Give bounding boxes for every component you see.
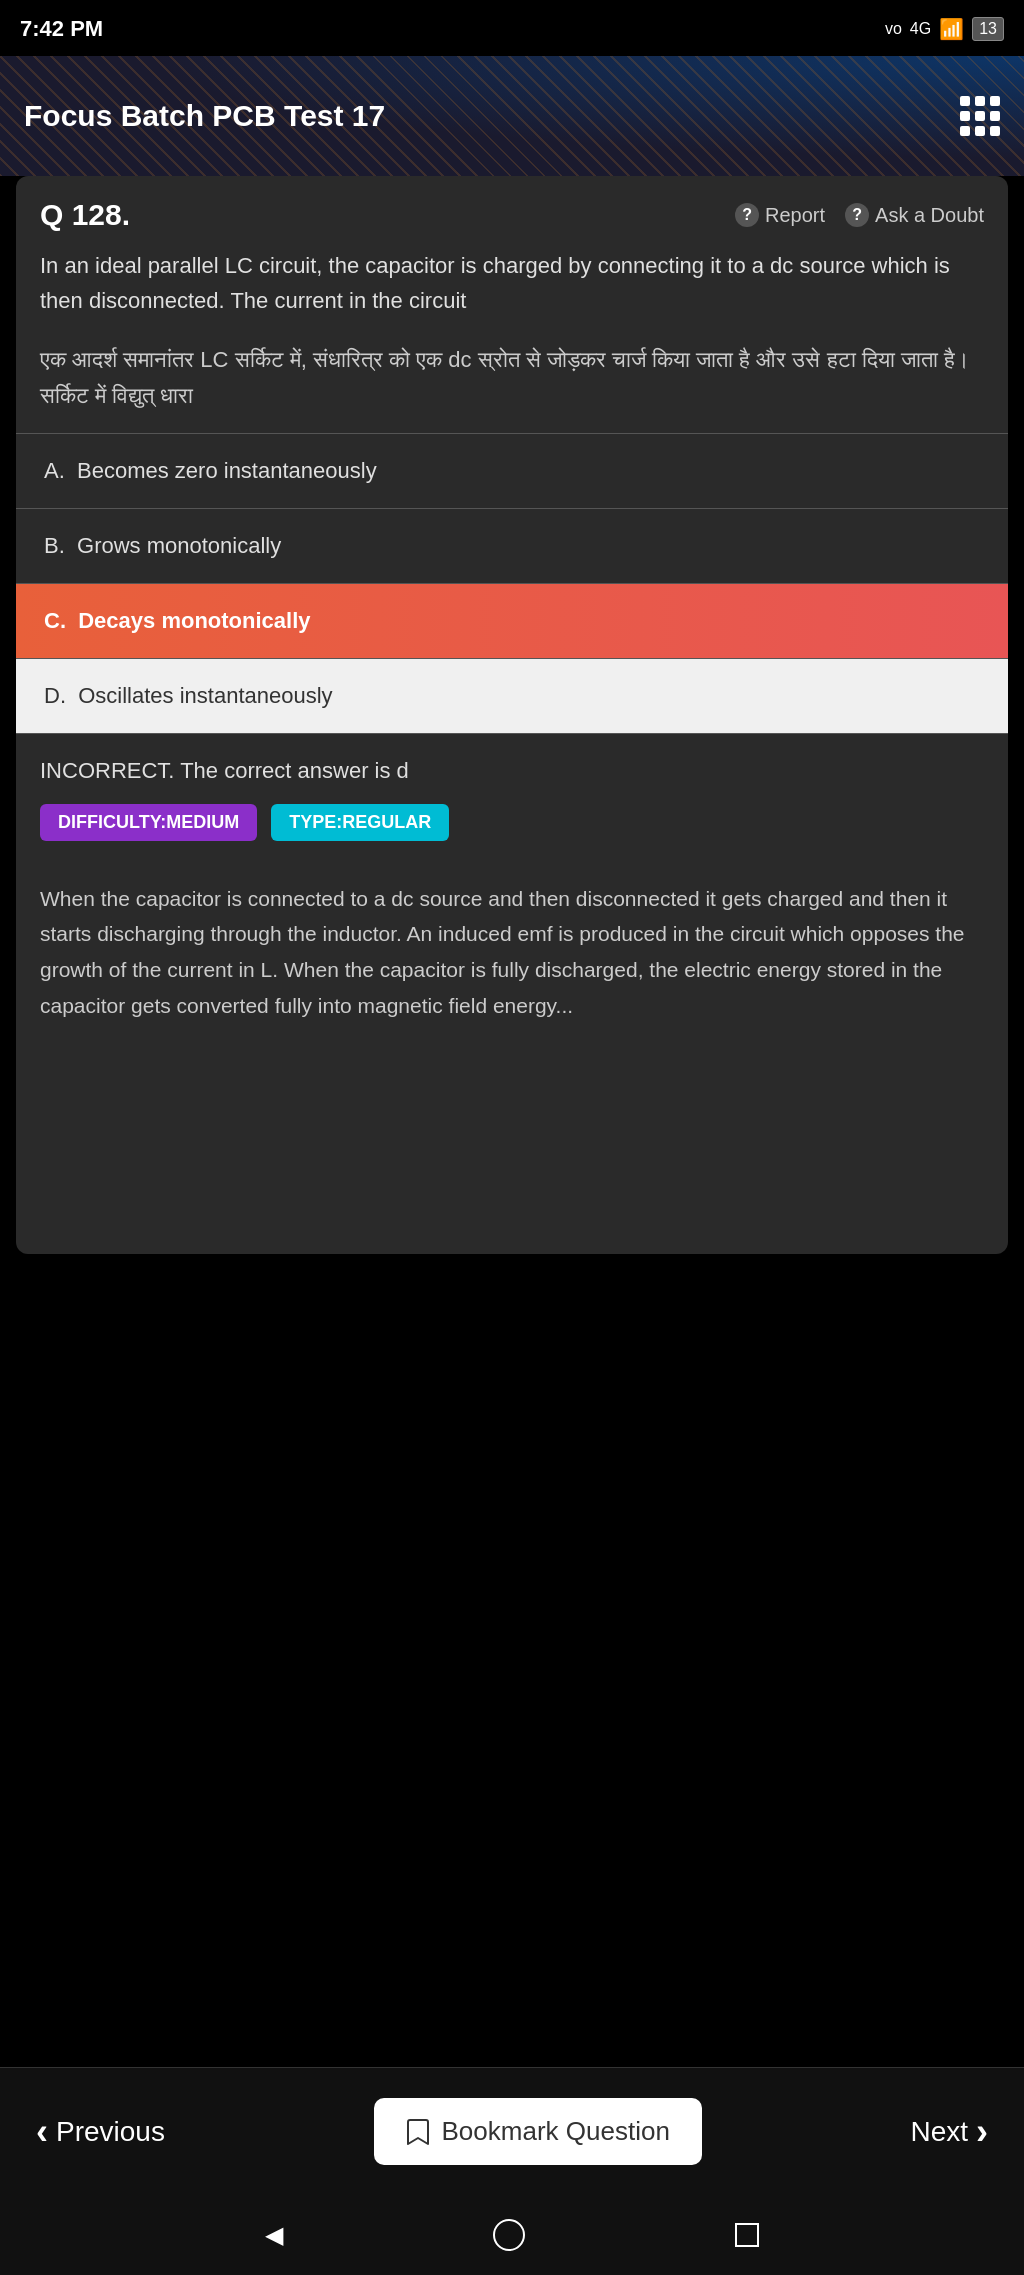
option-d-text: Oscillates instantaneously xyxy=(78,683,332,708)
system-nav-bar: ◀ xyxy=(0,2195,1024,2275)
option-d[interactable]: D. Oscillates instantaneously xyxy=(16,659,1008,734)
option-c-text: Decays monotonically xyxy=(78,608,310,633)
previous-button[interactable]: ‹ Previous xyxy=(0,2068,201,2195)
type-tag: TYPE:REGULAR xyxy=(271,804,449,841)
status-icons: vo 4G 📶 13 xyxy=(885,17,1004,41)
vo-icon: vo xyxy=(885,20,902,38)
signal-bars: 📶 xyxy=(939,17,964,41)
status-time: 7:42 PM xyxy=(20,16,103,42)
lte-icon: 4G xyxy=(910,20,931,38)
app-title: Focus Batch PCB Test 17 xyxy=(24,99,385,133)
next-arrow-icon: › xyxy=(976,2111,988,2153)
ask-doubt-icon: ? xyxy=(845,203,869,227)
bookmark-icon xyxy=(406,2118,430,2146)
question-text-english: In an ideal parallel LC circuit, the cap… xyxy=(16,248,1008,334)
bottom-navigation: ‹ Previous Bookmark Question Next › xyxy=(0,2067,1024,2195)
question-number: Q 128. xyxy=(40,198,130,232)
option-b[interactable]: B. Grows monotonically xyxy=(16,509,1008,584)
nav-spacer xyxy=(16,1054,1008,1254)
ask-doubt-label: Ask a Doubt xyxy=(875,204,984,227)
question-actions: ? Report ? Ask a Doubt xyxy=(735,203,984,227)
result-section: INCORRECT. The correct answer is d DIFFI… xyxy=(16,734,1008,881)
report-button[interactable]: ? Report xyxy=(735,203,825,227)
option-b-label: B. xyxy=(44,533,77,558)
next-label: Next xyxy=(910,2116,968,2148)
option-b-text: Grows monotonically xyxy=(77,533,281,558)
result-text: INCORRECT. The correct answer is d xyxy=(40,758,984,784)
bookmark-button[interactable]: Bookmark Question xyxy=(374,2098,702,2165)
question-text-hindi: एक आदर्श समानांतर LC सर्किट में, संधारित… xyxy=(16,334,1008,432)
system-square-icon[interactable] xyxy=(735,2223,759,2247)
option-c[interactable]: C. Decays monotonically xyxy=(16,584,1008,659)
option-a-label: A. xyxy=(44,458,77,483)
grid-menu-icon[interactable] xyxy=(960,96,1000,136)
option-a-text: Becomes zero instantaneously xyxy=(77,458,377,483)
system-back-icon[interactable]: ◀ xyxy=(265,2221,283,2249)
tags-row: DIFFICULTY:MEDIUM TYPE:REGULAR xyxy=(40,804,984,841)
option-c-label: C. xyxy=(44,608,78,633)
system-home-icon[interactable] xyxy=(493,2219,525,2251)
previous-label: Previous xyxy=(56,2116,165,2148)
explanation-text: When the capacitor is connected to a dc … xyxy=(16,881,1008,1054)
ask-doubt-button[interactable]: ? Ask a Doubt xyxy=(845,203,984,227)
question-card: Q 128. ? Report ? Ask a Doubt In an idea… xyxy=(16,176,1008,1254)
report-label: Report xyxy=(765,204,825,227)
bookmark-label: Bookmark Question xyxy=(442,2116,670,2147)
app-header: Focus Batch PCB Test 17 xyxy=(0,56,1024,176)
report-icon: ? xyxy=(735,203,759,227)
next-button[interactable]: Next › xyxy=(874,2068,1024,2195)
option-a[interactable]: A. Becomes zero instantaneously xyxy=(16,434,1008,509)
option-d-label: D. xyxy=(44,683,78,708)
difficulty-tag: DIFFICULTY:MEDIUM xyxy=(40,804,257,841)
battery-level: 13 xyxy=(972,17,1004,41)
question-header: Q 128. ? Report ? Ask a Doubt xyxy=(16,176,1008,248)
previous-arrow-icon: ‹ xyxy=(36,2111,48,2153)
status-bar: 7:42 PM vo 4G 📶 13 xyxy=(0,0,1024,56)
